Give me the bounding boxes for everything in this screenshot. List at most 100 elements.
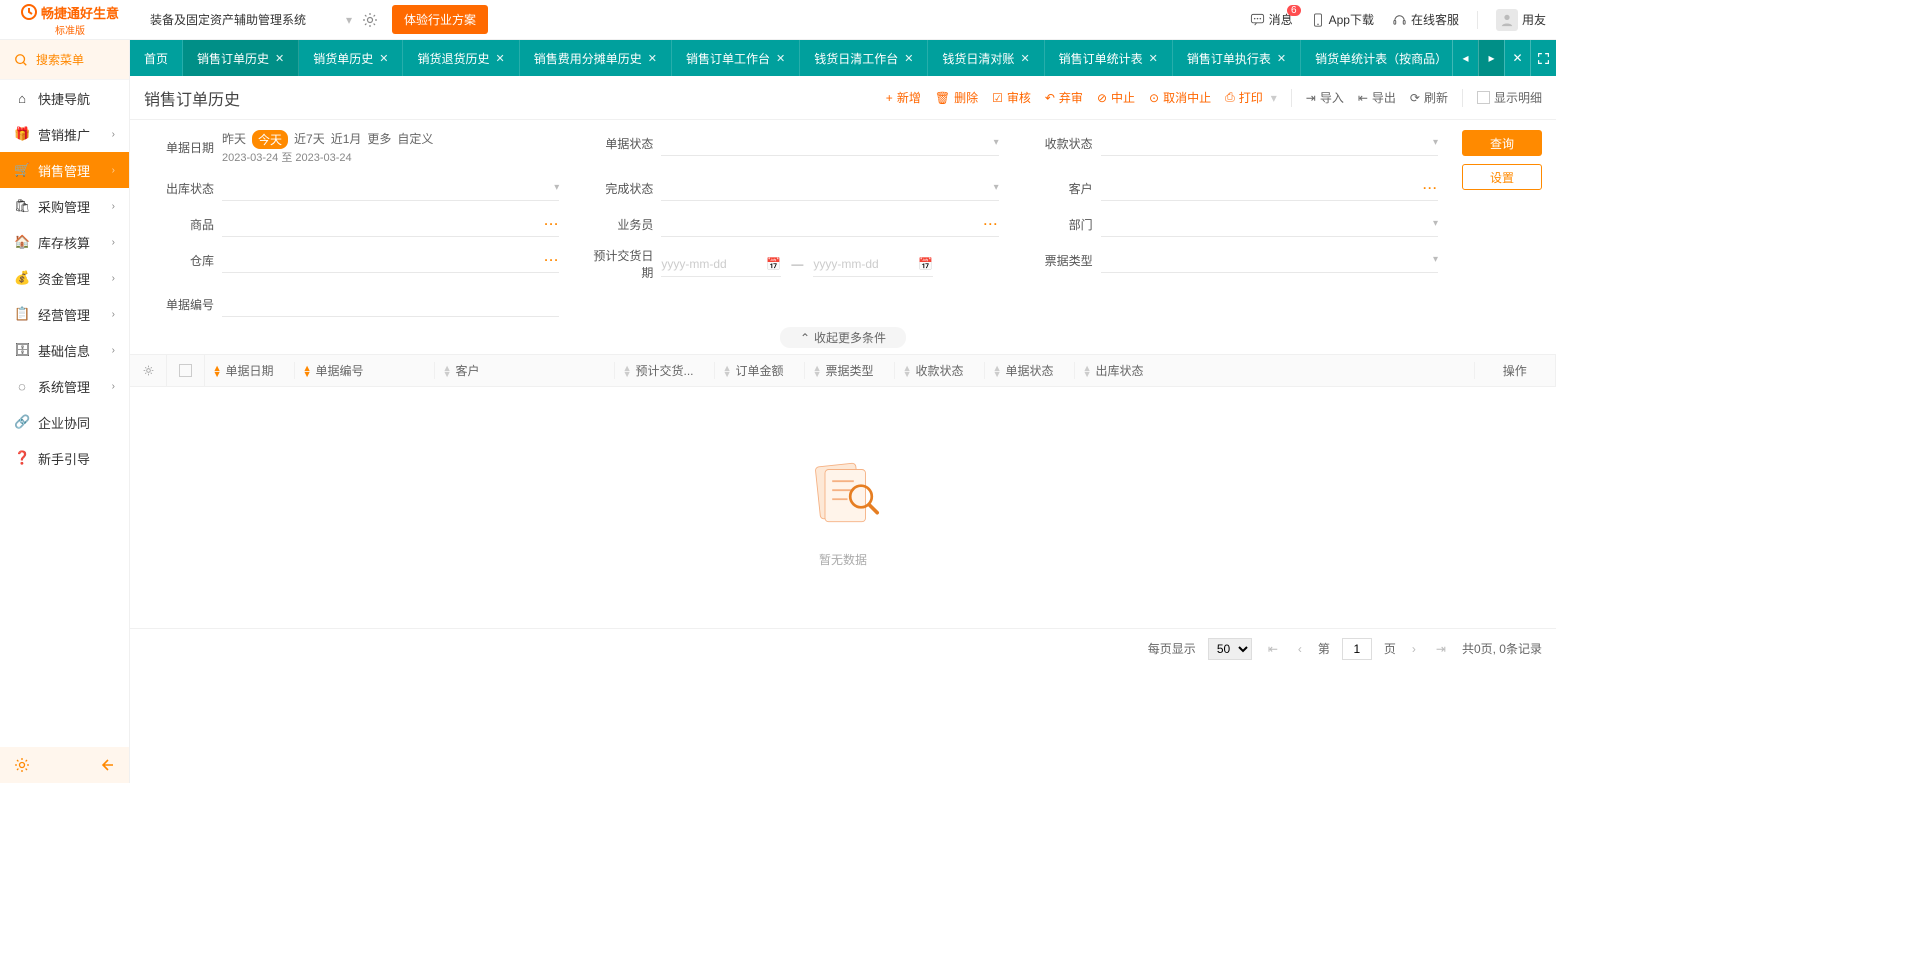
close-icon[interactable]: ✕	[496, 52, 505, 65]
user-menu[interactable]: 用友	[1496, 9, 1546, 31]
sidebar-item-5[interactable]: 💰资金管理›	[0, 260, 129, 296]
config-button[interactable]: 设置	[1462, 164, 1542, 190]
tab-4[interactable]: 销售费用分摊单历史✕	[520, 40, 672, 76]
tab-6[interactable]: 钱货日清工作台✕	[800, 40, 928, 76]
sidebar-item-2[interactable]: 🛒销售管理›	[0, 152, 129, 188]
download-link[interactable]: App下载	[1311, 11, 1374, 28]
sidebar-item-9[interactable]: 🔗企业协同	[0, 404, 129, 440]
tab-7[interactable]: 钱货日清对账✕	[928, 40, 1044, 76]
filter-warehouse-input[interactable]: ···	[222, 247, 559, 273]
date-preset[interactable]: 今天	[252, 130, 288, 149]
tab-9[interactable]: 销售订单执行表✕	[1173, 40, 1301, 76]
sidebar-item-1[interactable]: 🎁营销推广›	[0, 116, 129, 152]
support-link[interactable]: 在线客服	[1392, 11, 1459, 28]
estdate-from[interactable]: yyyy-mm-dd📅	[661, 251, 781, 277]
close-icon[interactable]: ✕	[648, 52, 657, 65]
audit-button[interactable]: ☑审核	[992, 89, 1031, 106]
sidebar-item-4[interactable]: 🏠库存核算›	[0, 224, 129, 260]
col-header[interactable]: ▲▼单据日期	[205, 362, 295, 379]
discard-button[interactable]: ↶弃审	[1045, 89, 1083, 106]
sidebar-item-6[interactable]: 📋经营管理›	[0, 296, 129, 332]
add-button[interactable]: +新增	[886, 89, 921, 106]
tabs-scroll-right[interactable]: ▸	[1478, 40, 1504, 76]
close-icon[interactable]: ✕	[1020, 52, 1029, 65]
filter-salesperson-input[interactable]: ···	[661, 211, 998, 237]
query-button[interactable]: 查询	[1462, 130, 1542, 156]
filter-out-input[interactable]: ▾	[222, 175, 559, 201]
sidebar-item-0[interactable]: ⌂快捷导航	[0, 80, 129, 116]
tab-label: 销售订单历史	[197, 50, 269, 67]
date-preset[interactable]: 更多	[367, 130, 391, 149]
col-header[interactable]: ▲▼预计交货...	[615, 362, 715, 379]
tabs-fullscreen[interactable]	[1530, 40, 1556, 76]
sidebar-item-8[interactable]: ◌系统管理›	[0, 368, 129, 404]
tab-10[interactable]: 销货单统计表（按商品）✕	[1301, 40, 1452, 76]
filter-docno-input[interactable]	[222, 291, 559, 317]
sidebar-item-7[interactable]: 🗄基础信息›	[0, 332, 129, 368]
pager-first[interactable]: ⇤	[1264, 642, 1282, 656]
sidebar-item-10[interactable]: ❓新手引导	[0, 440, 129, 476]
tab-0[interactable]: 首页	[130, 40, 183, 76]
settings-gear-button[interactable]	[362, 12, 378, 28]
sidebar-item-3[interactable]: 🛍采购管理›	[0, 188, 129, 224]
audit-label: 审核	[1007, 89, 1031, 106]
date-preset[interactable]: 自定义	[397, 130, 433, 149]
pager-next[interactable]: ›	[1408, 642, 1420, 656]
filter-complete-input[interactable]: ▾	[661, 175, 998, 201]
col-header[interactable]: ▲▼单据编号	[295, 362, 435, 379]
close-icon[interactable]: ✕	[904, 52, 913, 65]
cta-button[interactable]: 体验行业方案	[392, 5, 488, 34]
col-header[interactable]: ▲▼客户	[435, 362, 615, 379]
print-button[interactable]: ⎙打印▾	[1225, 89, 1277, 106]
date-preset[interactable]: 近1月	[331, 130, 362, 149]
tabs-scroll-left[interactable]: ◂	[1452, 40, 1478, 76]
tab-5[interactable]: 销售订单工作台✕	[672, 40, 800, 76]
delete-button[interactable]: 🗑删除	[935, 89, 978, 106]
close-icon[interactable]: ✕	[776, 52, 785, 65]
tab-3[interactable]: 销货退货历史✕	[403, 40, 519, 76]
col-settings[interactable]	[130, 355, 167, 386]
filter-pay-input[interactable]: ▾	[1101, 130, 1438, 156]
tab-2[interactable]: 销货单历史✕	[299, 40, 403, 76]
collapse-filters-button[interactable]: ⌃ 收起更多条件	[780, 327, 906, 348]
filter-dept-input[interactable]: ▾	[1101, 211, 1438, 237]
pager-last[interactable]: ⇥	[1432, 642, 1450, 656]
filter-ticket-input[interactable]: ▾	[1101, 247, 1438, 273]
refresh-button[interactable]: ⟳刷新	[1410, 89, 1448, 106]
tabs-close-all[interactable]: ✕	[1504, 40, 1530, 76]
unstop-button[interactable]: ⊙取消中止	[1149, 89, 1211, 106]
col-header[interactable]: ▲▼订单金额	[715, 362, 805, 379]
date-preset[interactable]: 昨天	[222, 130, 246, 149]
messages-link[interactable]: 消息 6	[1250, 11, 1293, 28]
close-icon[interactable]: ✕	[1149, 52, 1158, 65]
sidebar-search[interactable]: 搜索菜单	[0, 40, 129, 80]
filter-goods-input[interactable]: ···	[222, 211, 559, 237]
filter-customer-input[interactable]: ···	[1101, 175, 1438, 201]
import-button[interactable]: ⇥导入	[1306, 89, 1344, 106]
filter-status-input[interactable]: ▾	[661, 130, 998, 156]
col-header[interactable]: ▲▼单据状态	[985, 362, 1075, 379]
sidebar-settings-icon[interactable]	[14, 757, 30, 773]
stop-button[interactable]: ⊘中止	[1097, 89, 1135, 106]
close-icon[interactable]: ✕	[275, 52, 284, 65]
col-header[interactable]: ▲▼出库状态	[1075, 362, 1475, 379]
page-input[interactable]	[1342, 638, 1372, 660]
col-checkbox[interactable]	[167, 355, 204, 386]
sidebar-collapse-icon[interactable]	[99, 758, 115, 772]
pager-prev[interactable]: ‹	[1294, 642, 1306, 656]
col-header[interactable]: ▲▼票据类型	[805, 362, 895, 379]
tab-8[interactable]: 销售订单统计表✕	[1045, 40, 1173, 76]
showdetail-toggle[interactable]: 显示明细	[1477, 89, 1542, 106]
discard-label: 弃审	[1059, 89, 1083, 106]
close-icon[interactable]: ✕	[1277, 52, 1286, 65]
col-header[interactable]: ▲▼收款状态	[895, 362, 985, 379]
system-selector[interactable]: 装备及固定资产辅助管理系统 ▾	[150, 11, 352, 28]
date-preset[interactable]: 近7天	[294, 130, 325, 149]
estdate-to[interactable]: yyyy-mm-dd📅	[813, 251, 933, 277]
page-size-select[interactable]: 50	[1208, 638, 1252, 660]
home-icon: ⌂	[14, 91, 30, 106]
close-icon[interactable]: ✕	[379, 52, 388, 65]
export-button[interactable]: ⇤导出	[1358, 89, 1396, 106]
page-unit: 页	[1384, 640, 1396, 657]
tab-1[interactable]: 销售订单历史 ✕	[183, 40, 299, 76]
